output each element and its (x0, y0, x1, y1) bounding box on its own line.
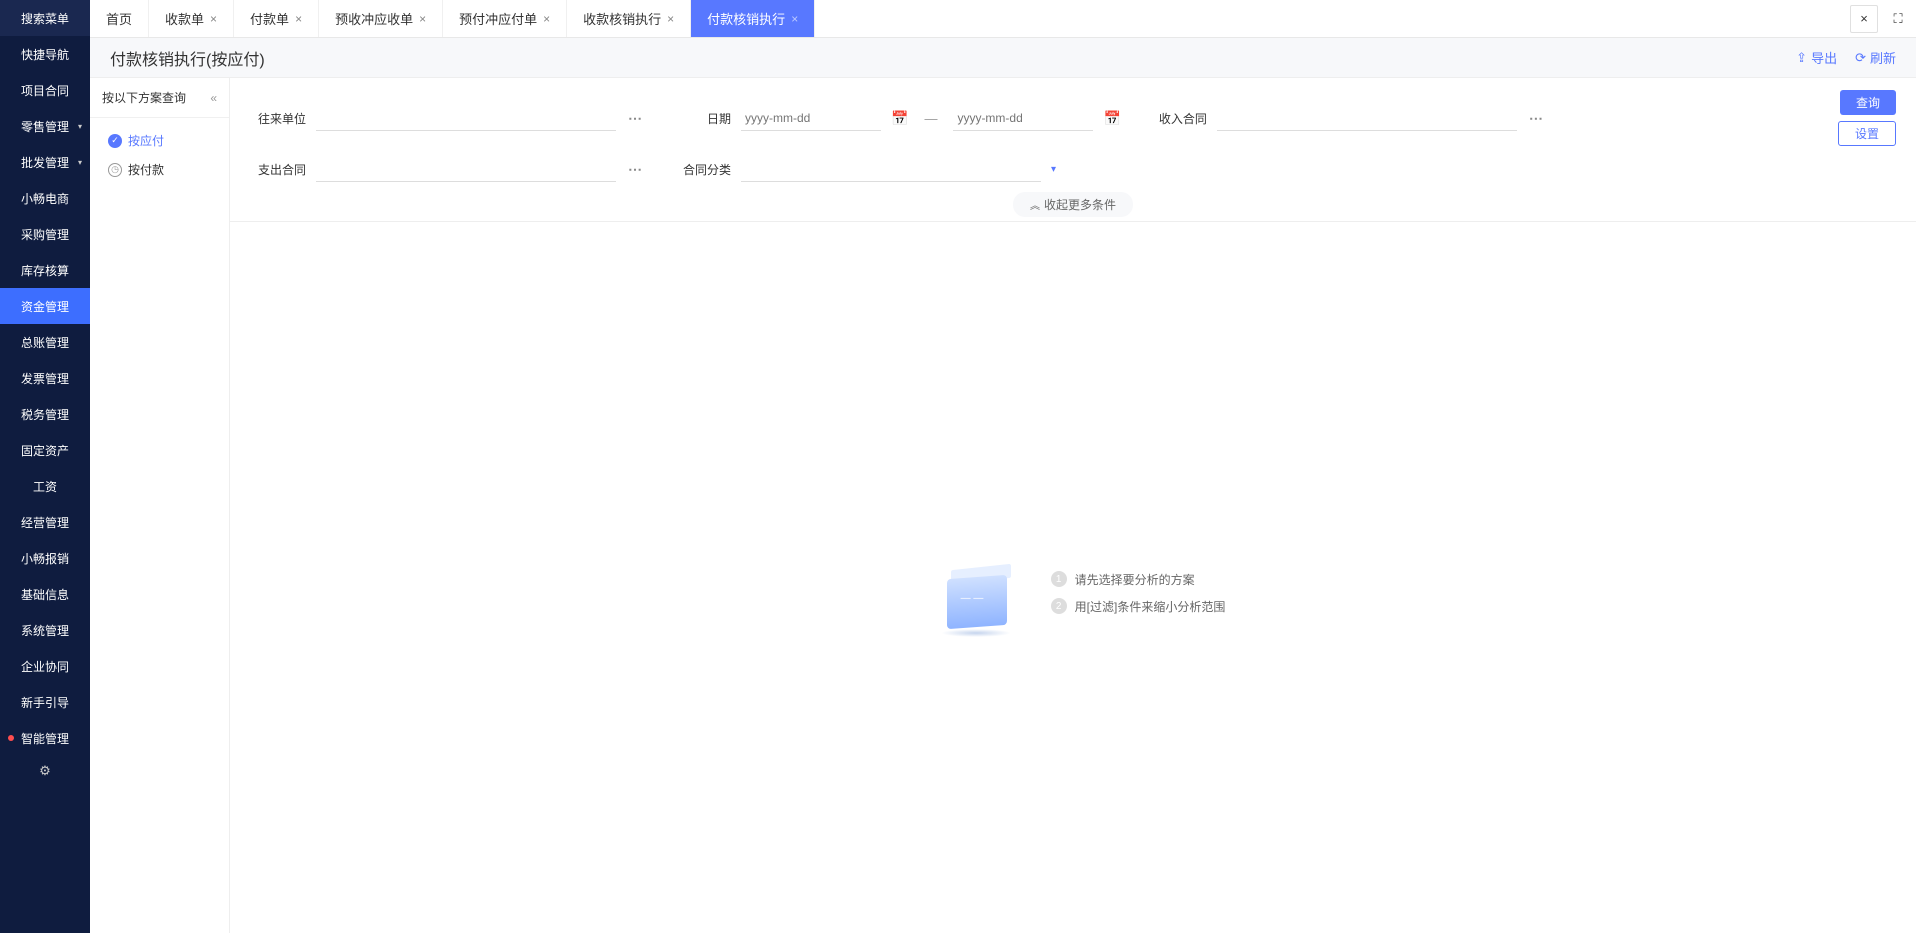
expense-contract-label: 支出合同 (250, 161, 306, 178)
sidebar-item-invoice[interactable]: 发票管理 (0, 360, 90, 396)
page-title: 付款核销执行(按应付) (110, 46, 265, 70)
sidebar-item-project-contract[interactable]: 项目合同 (0, 72, 90, 108)
sidebar-item-purchase[interactable]: 采购管理 (0, 216, 90, 252)
tab-pay-writeoff[interactable]: 付款核销执行× (691, 0, 815, 37)
sidebar-item-system[interactable]: 系统管理 (0, 612, 90, 648)
sidebar-item-inventory[interactable]: 库存核算 (0, 252, 90, 288)
refresh-icon: ⟳ (1855, 50, 1866, 66)
collapse-conditions-button[interactable]: ︽收起更多条件 (1013, 192, 1133, 217)
sidebar-item-search-menu[interactable]: 搜索菜单 (0, 0, 90, 36)
tab-receipt[interactable]: 收款单× (149, 0, 234, 37)
chevron-up-icon: ︽ (1030, 201, 1040, 212)
scheme-item-by-payment[interactable]: ◷ 按付款 (90, 155, 229, 184)
scheme-header-label: 按以下方案查询 (102, 89, 186, 106)
date-label: 日期 (675, 110, 731, 127)
close-icon[interactable]: × (210, 12, 217, 26)
filter-form: 往来单位 ⋯ 日期 📅 — 📅 收 (230, 78, 1916, 182)
sidebar-item-ledger[interactable]: 总账管理 (0, 324, 90, 360)
sidebar-item-business[interactable]: 经营管理 (0, 504, 90, 540)
collapse-panel-icon[interactable]: « (210, 91, 217, 105)
date-from-input[interactable] (741, 105, 881, 131)
tab-recv-writeoff[interactable]: 收款核销执行× (567, 0, 691, 37)
page-header: 付款核销执行(按应付) ⇪导出 ⟳刷新 (90, 38, 1916, 78)
expense-contract-input[interactable] (316, 156, 616, 182)
sidebar-item-expense[interactable]: 小畅报销 (0, 540, 90, 576)
empty-step-2-text: 用[过滤]条件来缩小分析范围 (1075, 598, 1226, 615)
caret-down-icon: ▾ (78, 122, 82, 131)
check-circle-icon: ✓ (108, 134, 122, 148)
close-icon[interactable]: × (419, 12, 426, 26)
range-separator: — (918, 111, 943, 126)
clock-icon: ◷ (108, 163, 122, 177)
notification-dot-icon (8, 735, 14, 741)
calendar-icon[interactable]: 📅 (891, 110, 908, 127)
empty-step-1-text: 请先选择要分析的方案 (1075, 571, 1195, 588)
sidebar-settings-icon[interactable]: ⚙ (0, 756, 90, 786)
calendar-icon[interactable]: 📅 (1103, 110, 1120, 127)
sidebar-item-guide[interactable]: 新手引导 (0, 684, 90, 720)
scheme-panel: 按以下方案查询 « ✓ 按应付 ◷ 按付款 (90, 78, 230, 933)
caret-down-icon: ▾ (78, 158, 82, 167)
contract-category-select[interactable] (741, 156, 1041, 182)
close-icon[interactable]: × (667, 12, 674, 26)
query-button[interactable]: 查询 (1840, 90, 1896, 115)
sidebar-item-basic-info[interactable]: 基础信息 (0, 576, 90, 612)
sidebar-item-fixed-assets[interactable]: 固定资产 (0, 432, 90, 468)
scheme-item-by-payable[interactable]: ✓ 按应付 (90, 126, 229, 155)
tab-payment[interactable]: 付款单× (234, 0, 319, 37)
contract-category-label: 合同分类 (675, 161, 731, 178)
tab-prerecv-offset[interactable]: 预收冲应收单× (319, 0, 443, 37)
export-icon: ⇪ (1796, 50, 1807, 66)
more-icon[interactable]: ⋯ (626, 161, 645, 178)
settings-button[interactable]: 设置 (1838, 121, 1896, 146)
step-number-1: 1 (1051, 571, 1067, 587)
tab-bar: 首页 收款单× 付款单× 预收冲应收单× 预付冲应付单× 收款核销执行× 付款核… (90, 0, 1916, 38)
export-button[interactable]: ⇪导出 (1796, 48, 1837, 67)
vendor-input[interactable] (316, 105, 616, 131)
refresh-button[interactable]: ⟳刷新 (1855, 48, 1896, 67)
empty-illustration-icon: — — (921, 553, 1021, 643)
sidebar-item-funds[interactable]: 资金管理 (0, 288, 90, 324)
more-icon[interactable]: ⋯ (1527, 110, 1546, 127)
sidebar-item-collab[interactable]: 企业协同 (0, 648, 90, 684)
sidebar-item-quick-nav[interactable]: 快捷导航 (0, 36, 90, 72)
sidebar-item-wholesale[interactable]: 批发管理▾ (0, 144, 90, 180)
chevron-down-icon[interactable]: ▾ (1051, 164, 1056, 175)
step-number-2: 2 (1051, 598, 1067, 614)
close-icon[interactable]: × (295, 12, 302, 26)
tab-prepay-offset[interactable]: 预付冲应付单× (443, 0, 567, 37)
income-contract-label: 收入合同 (1151, 110, 1207, 127)
fullscreen-button[interactable]: ⛶ (1884, 5, 1912, 33)
date-to-input[interactable] (953, 105, 1093, 131)
sidebar-item-tax[interactable]: 税务管理 (0, 396, 90, 432)
tab-home[interactable]: 首页 (90, 0, 149, 37)
sidebar-item-retail[interactable]: 零售管理▾ (0, 108, 90, 144)
sidebar-item-smart[interactable]: 智能管理 (0, 720, 90, 756)
sidebar-item-ecommerce[interactable]: 小畅电商 (0, 180, 90, 216)
close-icon[interactable]: × (543, 12, 550, 26)
empty-state: — — 1 请先选择要分析的方案 2 用[过滤]条件来缩小分析范围 (230, 222, 1916, 933)
close-icon[interactable]: × (791, 12, 798, 26)
income-contract-input[interactable] (1217, 105, 1517, 131)
vendor-label: 往来单位 (250, 110, 306, 127)
close-all-tabs-button[interactable]: × (1850, 5, 1878, 33)
sidebar-item-salary[interactable]: 工资 (0, 468, 90, 504)
sidebar: 搜索菜单 快捷导航 项目合同 零售管理▾ 批发管理▾ 小畅电商 采购管理 库存核… (0, 0, 90, 933)
more-icon[interactable]: ⋯ (626, 110, 645, 127)
